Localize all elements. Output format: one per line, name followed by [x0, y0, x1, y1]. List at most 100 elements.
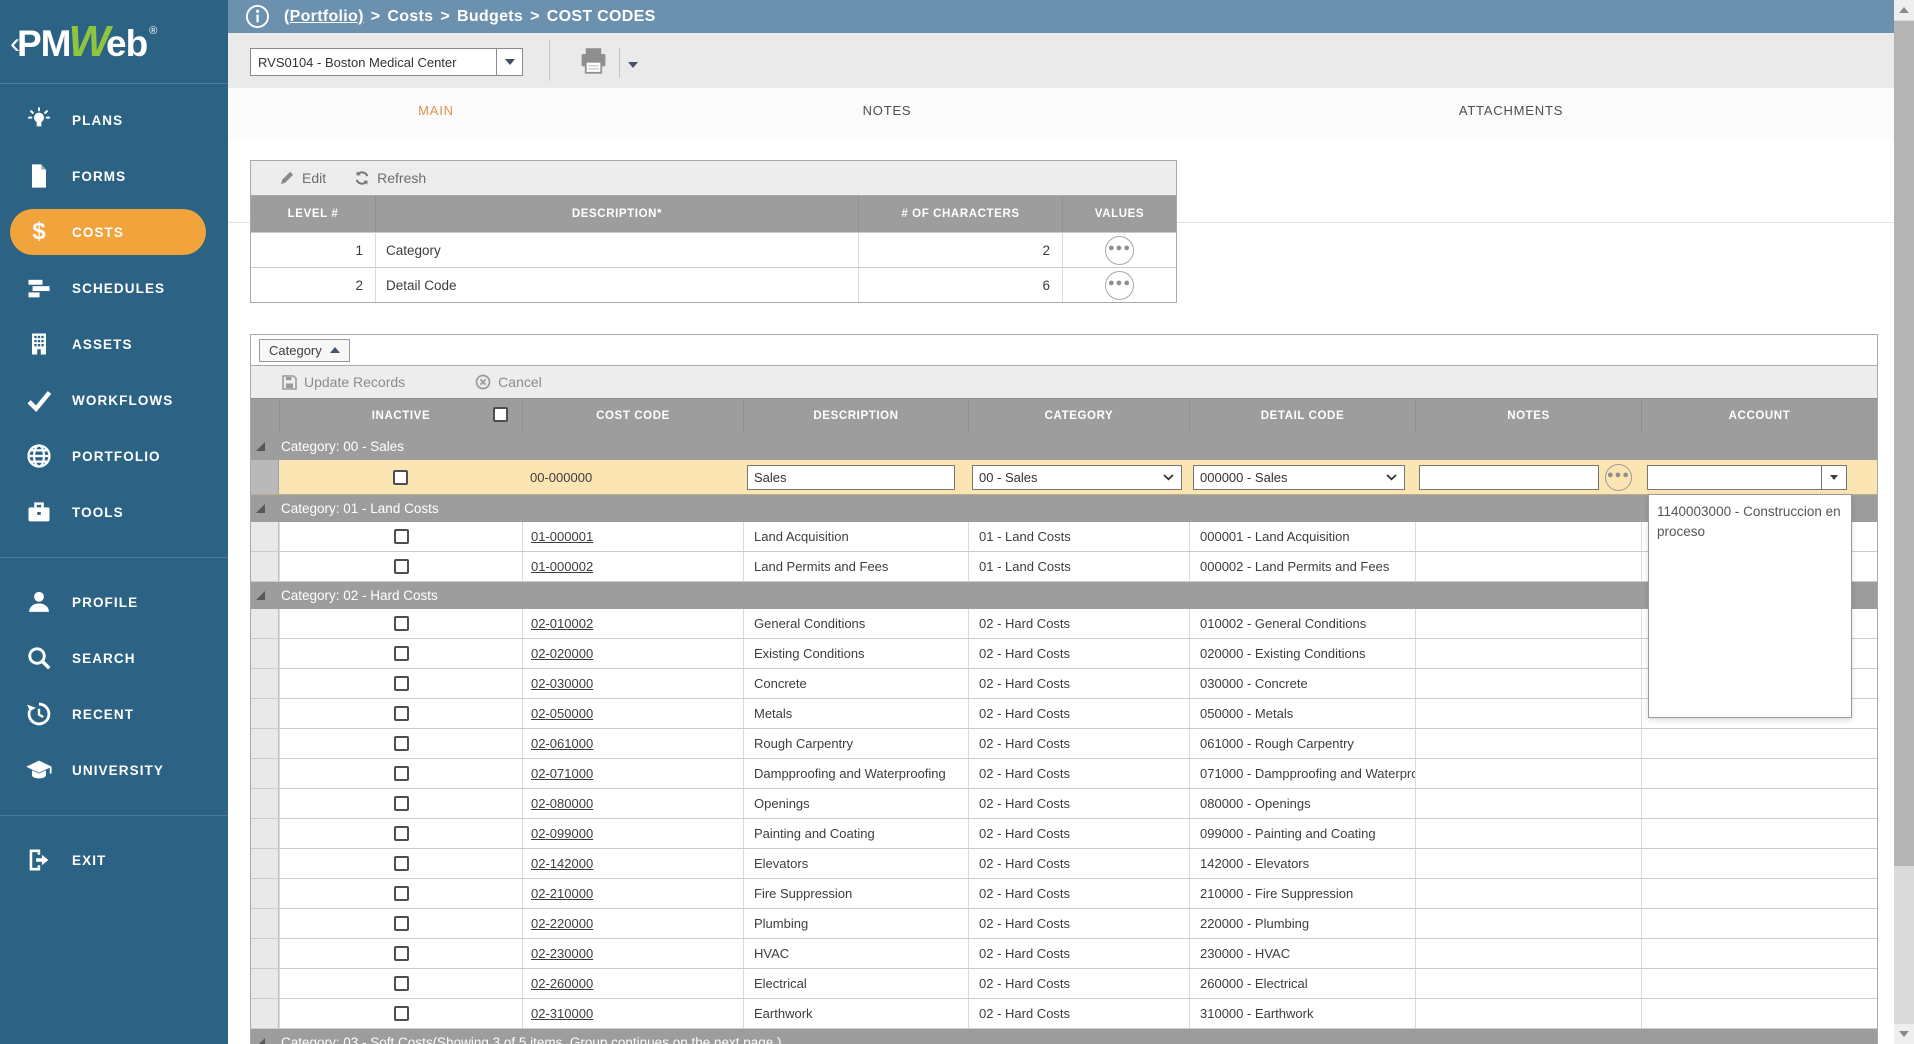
vertical-scrollbar[interactable]: [1894, 0, 1914, 1044]
sidebar-item-schedules[interactable]: SCHEDULES: [0, 260, 228, 316]
sidebar-item-tools[interactable]: TOOLS: [0, 484, 228, 540]
cancel-button[interactable]: Cancel: [475, 374, 542, 390]
category-select[interactable]: 00 - Sales: [972, 465, 1182, 490]
sidebar-item-search[interactable]: SEARCH: [0, 630, 228, 686]
cost-code-link[interactable]: 02-050000: [531, 706, 593, 721]
inactive-checkbox[interactable]: [394, 559, 409, 574]
sidebar-item-costs[interactable]: $ COSTS: [0, 204, 228, 260]
group-label: Category: 00 - Sales: [281, 439, 404, 454]
inactive-checkbox[interactable]: [394, 766, 409, 781]
inactive-checkbox[interactable]: [394, 646, 409, 661]
cost-code-link[interactable]: 02-310000: [531, 1006, 593, 1021]
edit-button[interactable]: Edit: [279, 170, 326, 186]
collapse-group-icon[interactable]: [256, 442, 265, 451]
history-icon: [24, 699, 54, 729]
inactive-checkbox[interactable]: [394, 616, 409, 631]
project-selector[interactable]: RVS0104 - Boston Medical Center: [250, 48, 523, 76]
sidebar-item-exit[interactable]: EXIT: [0, 832, 228, 888]
inactive-checkbox[interactable]: [394, 976, 409, 991]
chevron-down-icon: [1163, 474, 1174, 481]
category-cell: 02 - Hard Costs: [968, 669, 1189, 698]
cost-code-link[interactable]: 02-061000: [531, 736, 593, 751]
account-input[interactable]: [1647, 465, 1821, 490]
project-selector-dropdown-button[interactable]: [496, 49, 522, 75]
notes-ellipsis-button[interactable]: ●●●: [1605, 464, 1632, 491]
select-all-checkbox[interactable]: [493, 407, 508, 422]
notes-cell: [1415, 879, 1641, 908]
scroll-down-button[interactable]: [1894, 1024, 1914, 1044]
tab-bar: MAIN NOTES ATTACHMENTS: [228, 88, 1894, 140]
scrollbar-thumb[interactable]: [1894, 21, 1914, 866]
row-indicator: [251, 789, 279, 818]
sidebar-item-portfolio[interactable]: PORTFOLIO: [0, 428, 228, 484]
inactive-checkbox[interactable]: [394, 946, 409, 961]
cost-code-row: 02-142000 Elevators 02 - Hard Costs 1420…: [251, 849, 1877, 879]
cost-code-link[interactable]: 02-230000: [531, 946, 593, 961]
values-ellipsis-button[interactable]: ●●●: [1105, 236, 1134, 265]
inactive-checkbox[interactable]: [394, 886, 409, 901]
cost-code-link[interactable]: 02-010002: [531, 616, 593, 631]
values-ellipsis-button[interactable]: ●●●: [1105, 271, 1134, 300]
inactive-checkbox[interactable]: [394, 1006, 409, 1021]
group-by-category-button[interactable]: Category: [259, 339, 350, 362]
refresh-button[interactable]: Refresh: [354, 170, 426, 186]
sidebar-item-forms[interactable]: FORMS: [0, 148, 228, 204]
tab-notes[interactable]: NOTES: [863, 103, 912, 118]
inactive-checkbox[interactable]: [394, 856, 409, 871]
scroll-up-button[interactable]: [1894, 0, 1914, 20]
sidebar-item-workflows[interactable]: WORKFLOWS: [0, 372, 228, 428]
notes-input[interactable]: [1419, 465, 1599, 490]
group-header-row[interactable]: Category: 01 - Land Costs: [251, 495, 1877, 522]
cost-code-link[interactable]: 02-080000: [531, 796, 593, 811]
cost-code-link[interactable]: 02-142000: [531, 856, 593, 871]
cost-code-link[interactable]: 02-020000: [531, 646, 593, 661]
inactive-checkbox[interactable]: [394, 676, 409, 691]
cost-code-link[interactable]: 02-260000: [531, 976, 593, 991]
breadcrumb-portfolio-link[interactable]: (Portfolio): [284, 8, 364, 25]
print-options-caret[interactable]: [628, 62, 638, 68]
collapse-group-icon[interactable]: [256, 504, 265, 513]
cost-code-link[interactable]: 02-030000: [531, 676, 593, 691]
pmweb-logo[interactable]: ‹PMWeb®: [0, 0, 228, 84]
tab-main[interactable]: MAIN: [418, 103, 454, 118]
cost-code-link[interactable]: 01-000002: [531, 559, 593, 574]
inactive-checkbox[interactable]: [394, 796, 409, 811]
sidebar-item-university[interactable]: UNIVERSITY: [0, 742, 228, 798]
description-input[interactable]: [747, 465, 955, 490]
inactive-checkbox[interactable]: [394, 916, 409, 931]
inactive-checkbox[interactable]: [394, 706, 409, 721]
inactive-checkbox[interactable]: [394, 529, 409, 544]
detail-code-select[interactable]: 000000 - Sales: [1193, 465, 1405, 490]
cost-code-link[interactable]: 02-099000: [531, 826, 593, 841]
detail-code-cell: 210000 - Fire Suppression: [1189, 879, 1415, 908]
inactive-checkbox[interactable]: [394, 736, 409, 751]
group-header-row[interactable]: Category: 03 - Soft Costs(Showing 3 of 5…: [251, 1029, 1877, 1044]
cost-code-levels-panel: Edit Refresh LEVEL # DESCRIPTION* # OF C…: [250, 160, 1177, 303]
group-header-row[interactable]: Category: 00 - Sales: [251, 433, 1877, 460]
cost-code-link[interactable]: 01-000001: [531, 529, 593, 544]
account-cell: [1641, 909, 1877, 938]
row-indicator: [251, 879, 279, 908]
collapse-group-icon[interactable]: [256, 591, 265, 600]
print-button[interactable]: [578, 45, 609, 81]
cost-code-link[interactable]: 02-220000: [531, 916, 593, 931]
sidebar-item-recent[interactable]: RECENT: [0, 686, 228, 742]
collapse-group-icon[interactable]: [256, 1038, 265, 1044]
cost-code-link[interactable]: 02-210000: [531, 886, 593, 901]
row-indicator: [251, 609, 279, 638]
notes-cell: [1415, 819, 1641, 848]
sidebar-nav: PLANS FORMS $ COSTS SCHEDULES ASSETS WOR…: [0, 84, 228, 888]
cost-code-link[interactable]: 02-071000: [531, 766, 593, 781]
sidebar-item-profile[interactable]: PROFILE: [0, 574, 228, 630]
inactive-checkbox[interactable]: [394, 826, 409, 841]
detail-code-cell: 030000 - Concrete: [1189, 669, 1415, 698]
account-dropdown-button[interactable]: [1821, 465, 1847, 490]
sidebar-item-assets[interactable]: ASSETS: [0, 316, 228, 372]
inactive-checkbox[interactable]: [393, 470, 408, 485]
account-dropdown-option[interactable]: 1140003000 - Construccion en proceso: [1649, 495, 1851, 548]
sidebar-item-plans[interactable]: PLANS: [0, 92, 228, 148]
tab-attachments[interactable]: ATTACHMENTS: [1459, 103, 1563, 118]
info-icon[interactable]: [245, 4, 270, 29]
group-header-row[interactable]: Category: 02 - Hard Costs: [251, 582, 1877, 609]
update-records-button[interactable]: Update Records: [281, 374, 405, 390]
